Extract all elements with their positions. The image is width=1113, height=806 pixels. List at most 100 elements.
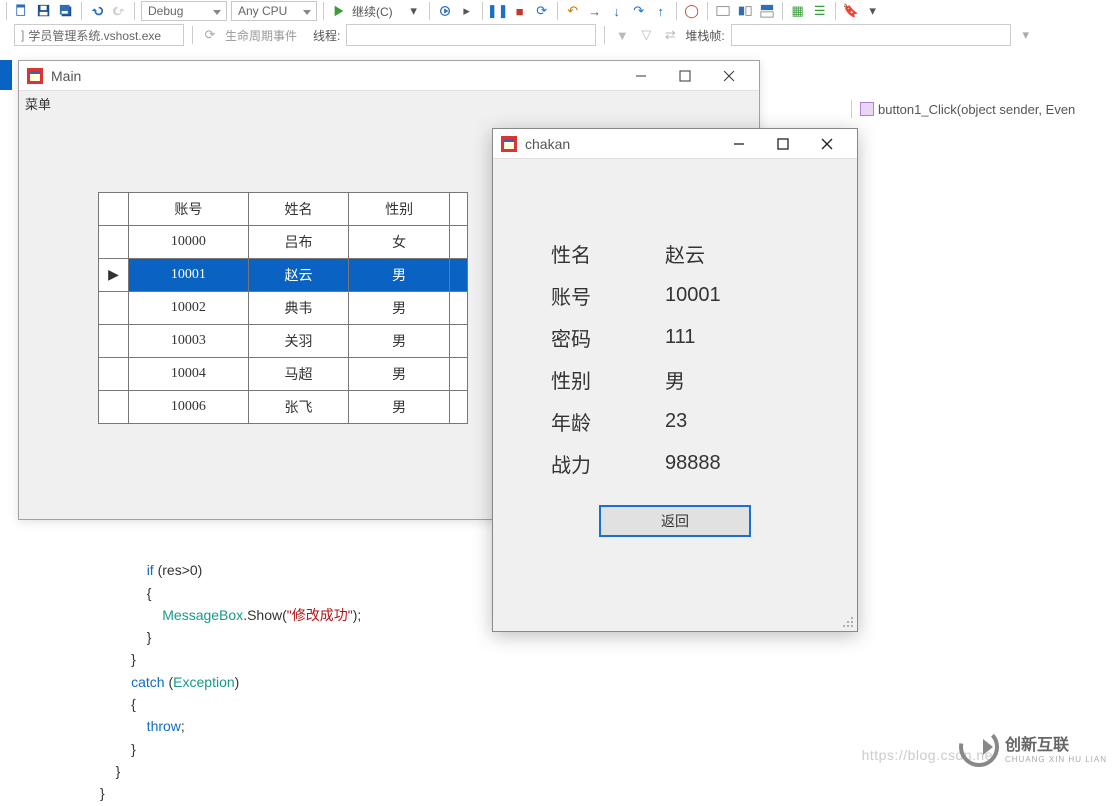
col-id[interactable]: 账号	[129, 193, 249, 226]
main-titlebar[interactable]: Main	[19, 61, 759, 91]
cell-name[interactable]: 典韦	[248, 292, 349, 325]
cell-sex[interactable]: 男	[349, 259, 450, 292]
cell-sex[interactable]: 男	[349, 325, 450, 358]
cell-id[interactable]: 10002	[129, 292, 249, 325]
member-dropdown[interactable]: button1_Click(object sender, Even	[851, 98, 1111, 120]
col-sex[interactable]: 性别	[349, 193, 450, 226]
maximize-button[interactable]	[663, 61, 707, 91]
continue-icon[interactable]	[330, 2, 348, 20]
cell-extra	[450, 391, 468, 424]
table-row[interactable]: 10004马超男	[99, 358, 468, 391]
filter-icon[interactable]: ▼	[613, 26, 631, 44]
row-header[interactable]	[99, 325, 129, 358]
breakpoint-icon[interactable]: ◯	[683, 2, 701, 20]
layout1-icon[interactable]: ▦	[789, 2, 807, 20]
swap-icon[interactable]: ⇄	[661, 26, 679, 44]
table-row[interactable]: ▶10001赵云男	[99, 259, 468, 292]
pause-icon[interactable]: ❚❚	[489, 2, 507, 20]
row-header[interactable]: ▶	[99, 259, 129, 292]
cell-name[interactable]: 马超	[248, 358, 349, 391]
step-out-icon[interactable]: ↑	[652, 2, 670, 20]
close-button[interactable]	[805, 129, 849, 159]
chevron-down-icon[interactable]: ▾	[405, 2, 423, 20]
row-header[interactable]	[99, 226, 129, 259]
thread-dropdown[interactable]	[346, 24, 596, 46]
cell-id[interactable]: 10004	[129, 358, 249, 391]
tool2-icon[interactable]	[736, 2, 754, 20]
code-line: {	[100, 696, 136, 712]
process-name: 学员管理系统.vshost.exe	[28, 27, 161, 44]
save-all-icon[interactable]	[57, 2, 75, 20]
cell-sex[interactable]: 男	[349, 358, 450, 391]
config-dropdown[interactable]: Debug	[141, 1, 227, 21]
col-extra	[450, 193, 468, 226]
stack-label: 堆栈帧:	[685, 27, 724, 44]
debug-step-icon[interactable]: ▸	[458, 2, 476, 20]
minimize-button[interactable]	[717, 129, 761, 159]
code-line: {	[100, 585, 151, 601]
tool1-icon[interactable]	[714, 2, 732, 20]
code-line: }	[100, 785, 105, 801]
show-next-icon[interactable]: →	[586, 2, 604, 20]
layout2-icon[interactable]: ☰	[811, 2, 829, 20]
separator	[707, 2, 708, 20]
minimize-button[interactable]	[619, 61, 663, 91]
table-row[interactable]: 10003关羽男	[99, 325, 468, 358]
brand-cn: 创新互联	[1005, 731, 1107, 755]
cell-sex[interactable]: 男	[349, 391, 450, 424]
cell-sex[interactable]: 女	[349, 226, 450, 259]
tool3-icon[interactable]	[758, 2, 776, 20]
cell-id[interactable]: 10006	[129, 391, 249, 424]
menu-item[interactable]: 菜单	[25, 94, 51, 113]
cell-id[interactable]: 10001	[129, 259, 249, 292]
cell-id[interactable]: 10003	[129, 325, 249, 358]
chakan-titlebar[interactable]: chakan	[493, 129, 857, 159]
cell-id[interactable]: 10000	[129, 226, 249, 259]
redo-icon[interactable]	[110, 2, 128, 20]
stack-dropdown[interactable]	[731, 24, 1011, 46]
field-pwd: 密码111	[551, 323, 857, 351]
maximize-button[interactable]	[761, 129, 805, 159]
step-back-icon[interactable]: ↶	[564, 2, 582, 20]
step-into-icon[interactable]: ↓	[608, 2, 626, 20]
save-icon[interactable]	[35, 2, 53, 20]
cell-name[interactable]: 张飞	[248, 391, 349, 424]
back-button[interactable]: 返回	[599, 505, 751, 537]
cell-sex[interactable]: 男	[349, 292, 450, 325]
field-id: 账号10001	[551, 281, 857, 309]
resize-grip[interactable]	[842, 616, 854, 628]
bookmark-icon[interactable]: 🔖	[842, 2, 860, 20]
restart-icon[interactable]: ⟳	[533, 2, 551, 20]
platform-dropdown[interactable]: Any CPU	[231, 1, 317, 21]
stop-icon[interactable]: ■	[511, 2, 529, 20]
process-dropdown[interactable]: ] 学员管理系统.vshost.exe	[14, 24, 184, 46]
code-editor[interactable]: if (res>0) { MessageBox.Show("修改成功"); } …	[100, 540, 800, 806]
close-button[interactable]	[707, 61, 751, 91]
lifecycle-icon[interactable]: ⟳	[201, 26, 219, 44]
member-label: button1_Click(object sender, Even	[878, 102, 1075, 117]
stack-down-icon[interactable]: ▾	[1017, 26, 1035, 44]
debug-context-bar: ] 学员管理系统.vshost.exe ⟳ 生命周期事件 线程: ▼ ▽ ⇄ 堆…	[0, 22, 1113, 48]
col-name[interactable]: 姓名	[248, 193, 349, 226]
brand-logo: 创新互联 CHUANG XIN HU LIAN	[959, 727, 1107, 767]
row-header[interactable]	[99, 391, 129, 424]
cell-name[interactable]: 吕布	[248, 226, 349, 259]
filter2-icon[interactable]: ▽	[637, 26, 655, 44]
row-header[interactable]	[99, 358, 129, 391]
table-row[interactable]: 10006张飞男	[99, 391, 468, 424]
continue-label[interactable]: 继续(C)	[352, 3, 393, 20]
bookmark2-icon[interactable]: ▾	[864, 2, 882, 20]
file-icon[interactable]	[13, 2, 31, 20]
step-over-icon[interactable]: ↷	[630, 2, 648, 20]
cell-name[interactable]: 关羽	[248, 325, 349, 358]
row-header[interactable]	[99, 292, 129, 325]
debug-target-icon[interactable]	[436, 2, 454, 20]
table-row[interactable]: 10000吕布女	[99, 226, 468, 259]
code-line: }	[100, 763, 120, 779]
data-grid[interactable]: 账号 姓名 性别 10000吕布女▶10001赵云男10002典韦男10003关…	[98, 192, 468, 424]
separator	[429, 2, 430, 20]
table-row[interactable]: 10002典韦男	[99, 292, 468, 325]
cell-name[interactable]: 赵云	[248, 259, 349, 292]
undo-icon[interactable]	[88, 2, 106, 20]
separator	[192, 26, 193, 44]
